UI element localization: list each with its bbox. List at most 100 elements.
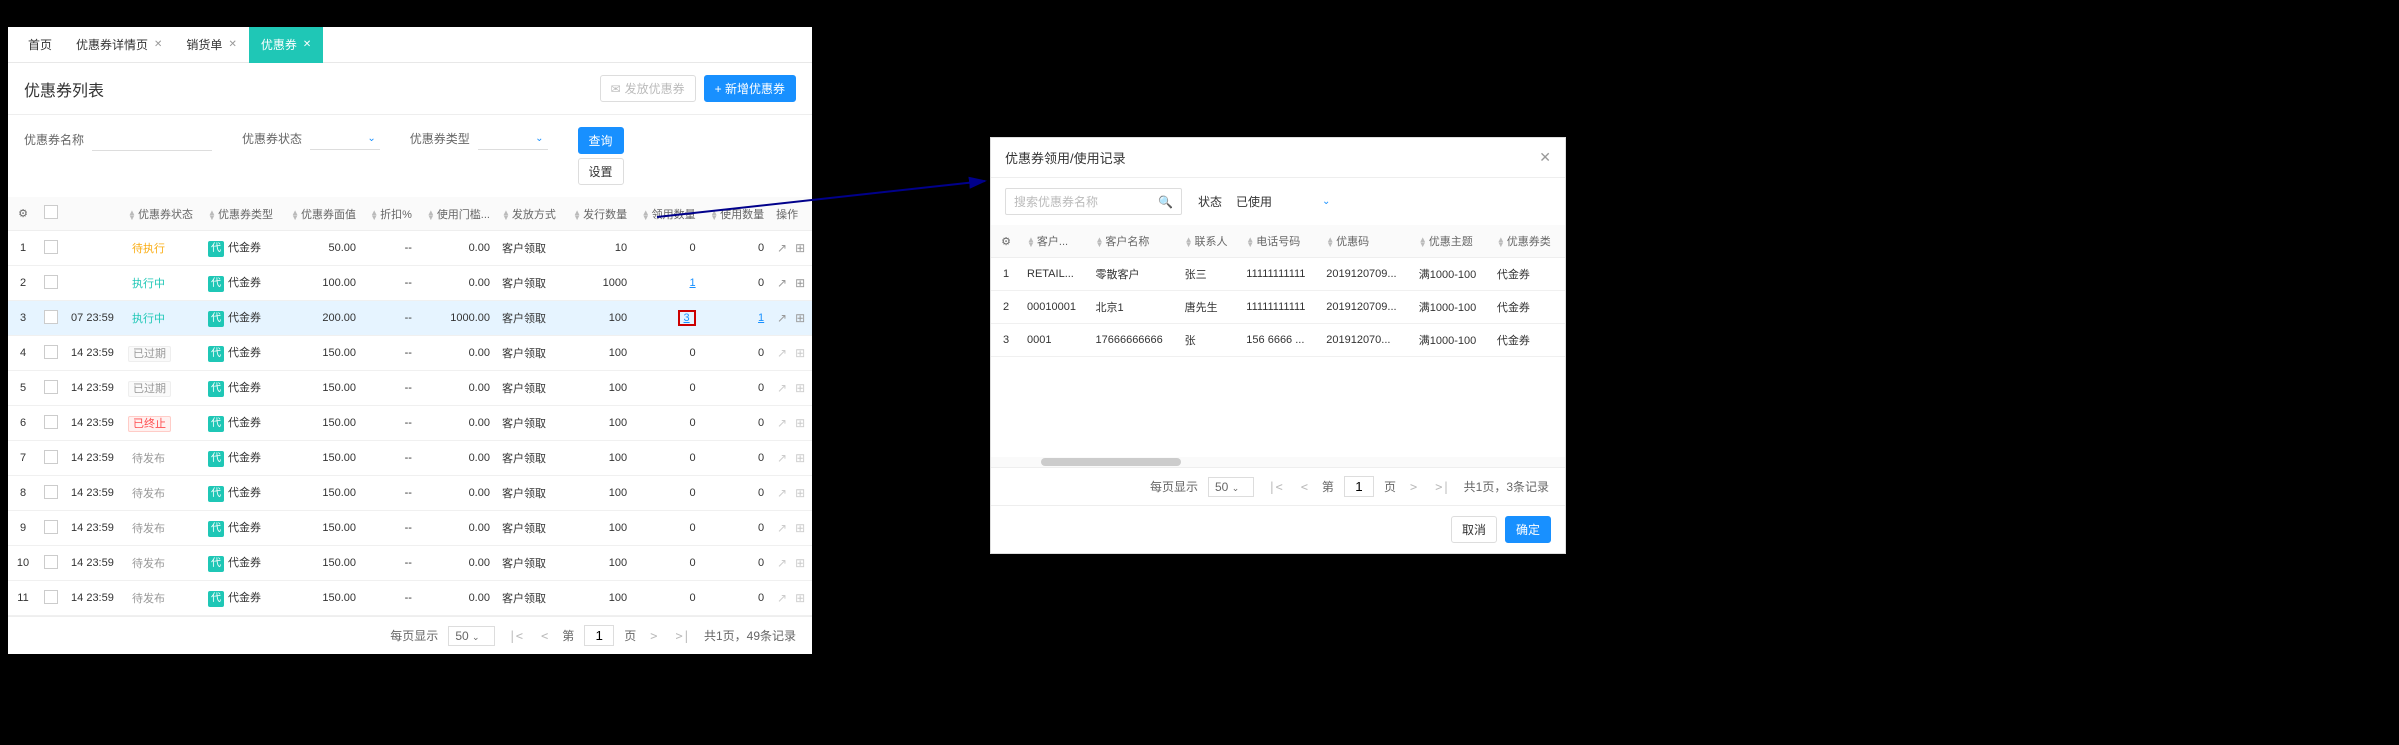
sort-icon[interactable]: ▲▼ (573, 210, 581, 220)
share-icon[interactable]: ↗ (777, 241, 787, 255)
row-checkbox[interactable] (44, 485, 58, 499)
share-icon[interactable]: ↗ (777, 521, 787, 535)
share-icon[interactable]: ↗ (777, 591, 787, 605)
sort-icon[interactable]: ▲▼ (1095, 237, 1103, 247)
tab-coupon-detail[interactable]: 优惠券详情页✕ (64, 27, 174, 63)
sort-icon[interactable]: ▲▼ (208, 210, 216, 220)
coupon-name-input[interactable] (92, 127, 212, 151)
row-checkbox[interactable] (44, 310, 58, 324)
table-row[interactable]: 2 执行中 代代金券 100.00 -- 0.00 客户领取 1000 1 0 … (8, 266, 812, 301)
close-icon[interactable]: ✕ (154, 39, 162, 50)
use-count-link[interactable]: 1 (758, 312, 764, 324)
add-coupon-button[interactable]: + 新增优惠券 (704, 75, 796, 102)
settings-button[interactable]: 设置 (578, 158, 624, 185)
next-page-button[interactable]: > (646, 629, 661, 643)
table-row[interactable]: 2 00010001 北京1 唐先生 11111111111 201912070… (991, 291, 1565, 324)
page-size-select[interactable]: 50 ⌄ (448, 626, 494, 646)
row-checkbox[interactable] (44, 520, 58, 534)
table-row[interactable]: 10 14 23:59 待发布 代代金券 150.00 -- 0.00 客户领取… (8, 546, 812, 581)
qrcode-icon[interactable]: ⊞ (795, 416, 805, 430)
next-page-button[interactable]: > (1406, 480, 1421, 494)
gear-icon[interactable]: ⚙ (1001, 236, 1011, 248)
qrcode-icon[interactable]: ⊞ (795, 346, 805, 360)
sort-icon[interactable]: ▲▼ (427, 210, 435, 220)
first-page-button[interactable]: |< (1264, 480, 1286, 494)
row-checkbox[interactable] (44, 345, 58, 359)
page-size-select[interactable]: 50 ⌄ (1208, 477, 1254, 497)
table-row[interactable]: 5 14 23:59 已过期 代代金券 150.00 -- 0.00 客户领取 … (8, 371, 812, 406)
share-icon[interactable]: ↗ (777, 276, 787, 290)
gear-icon[interactable]: ⚙ (18, 208, 28, 220)
share-icon[interactable]: ↗ (777, 311, 787, 325)
row-checkbox[interactable] (44, 450, 58, 464)
table-row[interactable]: 4 14 23:59 已过期 代代金券 150.00 -- 0.00 客户领取 … (8, 336, 812, 371)
qrcode-icon[interactable]: ⊞ (795, 451, 805, 465)
type-select[interactable]: ⌄ (478, 127, 548, 150)
claim-count-link[interactable]: 1 (690, 277, 696, 289)
table-row[interactable]: 7 14 23:59 待发布 代代金券 150.00 -- 0.00 客户领取 … (8, 441, 812, 476)
row-checkbox[interactable] (44, 240, 58, 254)
share-icon[interactable]: ↗ (777, 556, 787, 570)
sort-icon[interactable]: ▲▼ (370, 210, 378, 220)
sort-icon[interactable]: ▲▼ (502, 210, 510, 220)
qrcode-icon[interactable]: ⊞ (795, 556, 805, 570)
qrcode-icon[interactable]: ⊞ (795, 591, 805, 605)
close-icon[interactable]: ✕ (1539, 149, 1551, 166)
sort-icon[interactable]: ▲▼ (710, 210, 718, 220)
query-button[interactable]: 查询 (578, 127, 624, 154)
page-number-input[interactable] (1344, 476, 1374, 497)
row-checkbox[interactable] (44, 415, 58, 429)
sort-icon[interactable]: ▲▼ (642, 210, 650, 220)
search-icon[interactable]: 🔍 (1158, 195, 1173, 209)
table-row[interactable]: 3 0001 17666666666 张 156 6666 ... 201912… (991, 324, 1565, 357)
cancel-button[interactable]: 取消 (1451, 516, 1497, 543)
search-input[interactable]: 搜索优惠券名称 🔍 (1005, 188, 1182, 215)
sort-icon[interactable]: ▲▼ (128, 210, 136, 220)
confirm-button[interactable]: 确定 (1505, 516, 1551, 543)
qrcode-icon[interactable]: ⊞ (795, 521, 805, 535)
table-row[interactable]: 6 14 23:59 已终止 代代金券 150.00 -- 0.00 客户领取 … (8, 406, 812, 441)
table-row[interactable]: 11 14 23:59 待发布 代代金券 150.00 -- 0.00 客户领取… (8, 581, 812, 616)
close-icon[interactable]: ✕ (303, 39, 311, 50)
qrcode-icon[interactable]: ⊞ (795, 311, 805, 325)
status-select[interactable]: ⌄ (310, 127, 380, 150)
share-icon[interactable]: ↗ (777, 486, 787, 500)
prev-page-button[interactable]: < (1297, 480, 1312, 494)
sort-icon[interactable]: ▲▼ (1185, 237, 1193, 247)
last-page-button[interactable]: >| (1431, 480, 1453, 494)
table-row[interactable]: 3 07 23:59 执行中 代代金券 200.00 -- 1000.00 客户… (8, 301, 812, 336)
tab-home[interactable]: 首页 (16, 27, 64, 63)
share-icon[interactable]: ↗ (777, 451, 787, 465)
table-row[interactable]: 8 14 23:59 待发布 代代金券 150.00 -- 0.00 客户领取 … (8, 476, 812, 511)
row-checkbox[interactable] (44, 590, 58, 604)
qrcode-icon[interactable]: ⊞ (795, 241, 805, 255)
row-checkbox[interactable] (44, 555, 58, 569)
select-all-checkbox[interactable] (44, 205, 58, 219)
distribute-coupon-button[interactable]: ✉发放优惠券 (600, 75, 696, 102)
sort-icon[interactable]: ▲▼ (1497, 237, 1505, 247)
tab-sales-order[interactable]: 销货单✕ (174, 27, 248, 63)
horizontal-scrollbar[interactable] (991, 457, 1565, 467)
sort-icon[interactable]: ▲▼ (1246, 237, 1254, 247)
row-checkbox[interactable] (44, 380, 58, 394)
page-number-input[interactable] (584, 625, 614, 646)
tab-coupon[interactable]: 优惠券✕ (249, 27, 323, 63)
sort-icon[interactable]: ▲▼ (291, 210, 299, 220)
share-icon[interactable]: ↗ (777, 346, 787, 360)
qrcode-icon[interactable]: ⊞ (795, 381, 805, 395)
table-row[interactable]: 1 待执行 代代金券 50.00 -- 0.00 客户领取 10 0 0 ↗⊞ (8, 231, 812, 266)
qrcode-icon[interactable]: ⊞ (795, 276, 805, 290)
share-icon[interactable]: ↗ (777, 381, 787, 395)
table-row[interactable]: 9 14 23:59 待发布 代代金券 150.00 -- 0.00 客户领取 … (8, 511, 812, 546)
sort-icon[interactable]: ▲▼ (1326, 237, 1334, 247)
last-page-button[interactable]: >| (672, 629, 694, 643)
table-row[interactable]: 1 RETAIL... 零散客户 张三 11111111111 20191207… (991, 258, 1565, 291)
qrcode-icon[interactable]: ⊞ (795, 486, 805, 500)
row-checkbox[interactable] (44, 275, 58, 289)
sort-icon[interactable]: ▲▼ (1027, 237, 1035, 247)
close-icon[interactable]: ✕ (228, 39, 236, 50)
sort-icon[interactable]: ▲▼ (1419, 237, 1427, 247)
share-icon[interactable]: ↗ (777, 416, 787, 430)
modal-status-select[interactable]: 已使用 ⌄ (1232, 189, 1334, 214)
first-page-button[interactable]: |< (505, 629, 527, 643)
